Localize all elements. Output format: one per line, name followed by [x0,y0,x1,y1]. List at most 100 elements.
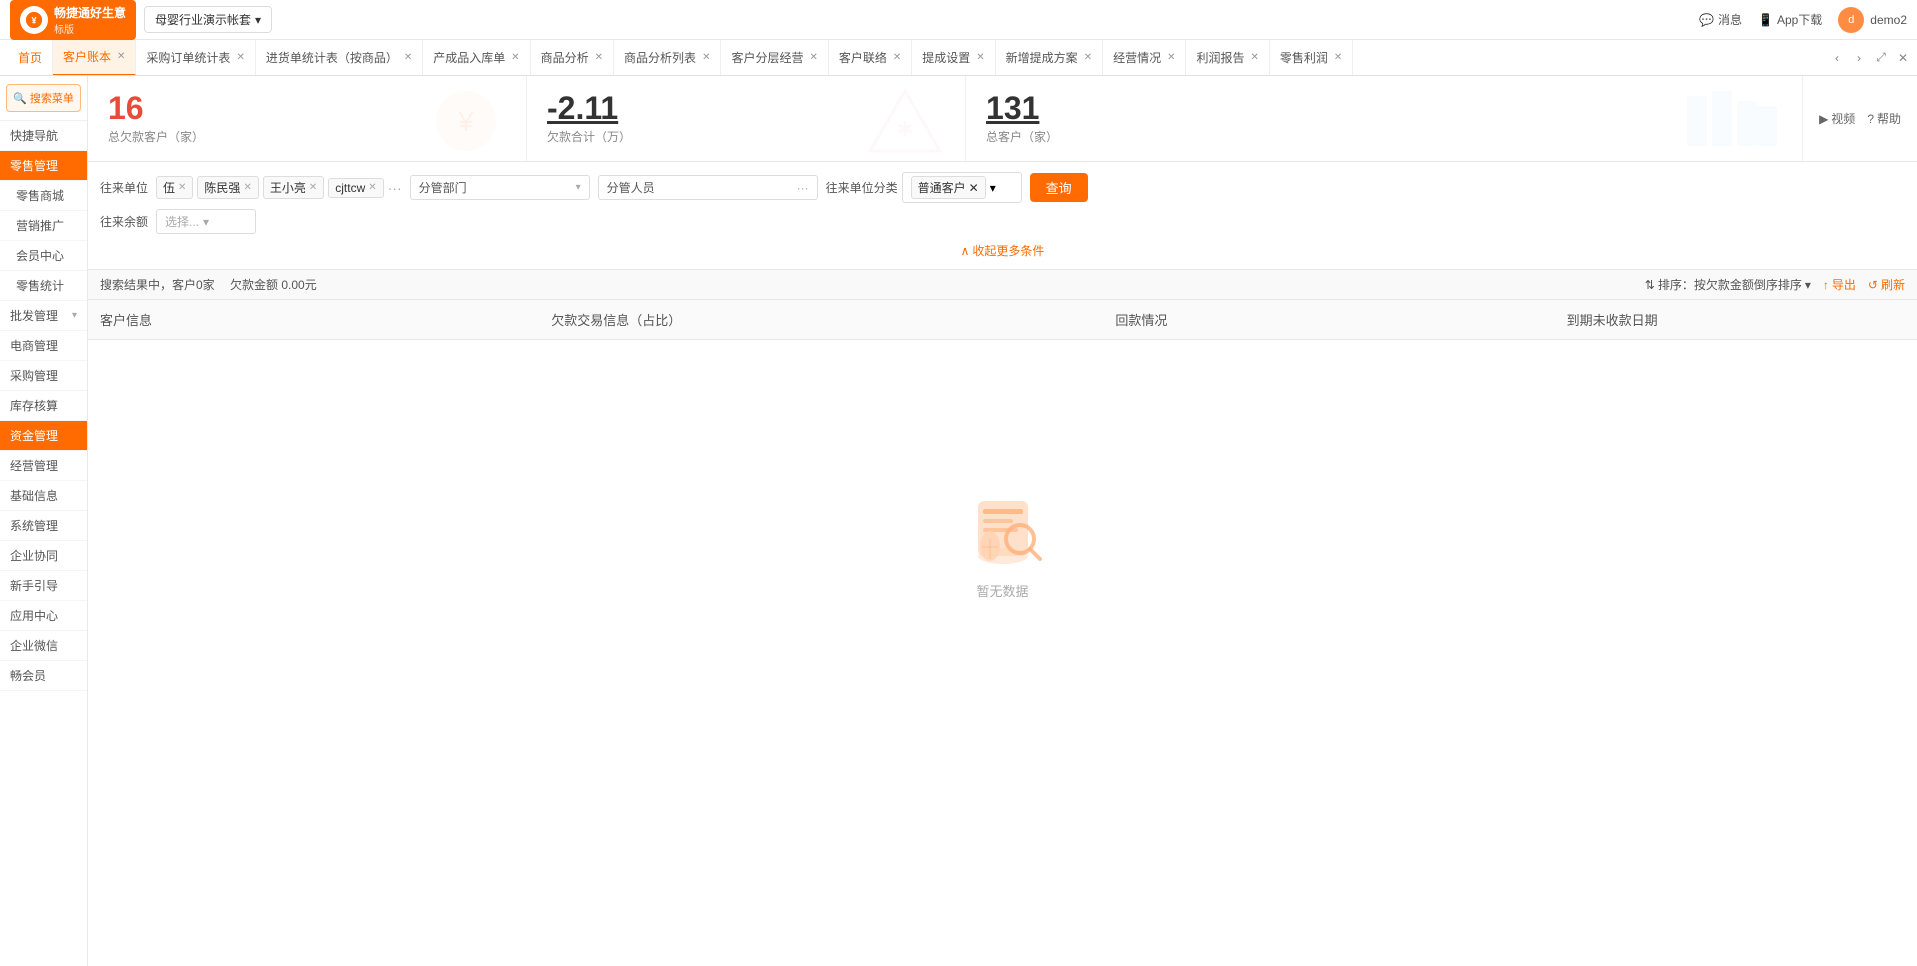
profit-report-tab-close[interactable]: ✕ [1251,52,1259,63]
sidebar-enterprise-wechat-label: 企业微信 [10,637,58,654]
product-analysis-list-tab-close[interactable]: ✕ [702,52,710,63]
nav-left-arrow[interactable]: ‹ [1827,48,1847,68]
sidebar-item-wholesale[interactable]: 批发管理 ▾ [0,301,87,331]
sidebar-item-business-mgmt[interactable]: 经营管理 [0,451,87,481]
sidebar-item-system[interactable]: 系统管理 [0,511,87,541]
product-analysis-tab-label: 商品分析 [541,49,589,66]
sidebar-quick-nav-label: 快捷导航 [10,127,58,144]
tab-product-analysis[interactable]: 商品分析 ✕ [531,40,614,76]
sidebar-item-enterprise-wechat[interactable]: 企业微信 [0,631,87,661]
sidebar-item-ecommerce[interactable]: 电商管理 [0,331,87,361]
tab-raise-settings[interactable]: 提成设置 ✕ [912,40,995,76]
customer-tier-tab-close[interactable]: ✕ [809,52,817,63]
production-inbound-tab-label: 产成品入库单 [433,49,505,66]
search-icon: 🔍 [13,92,27,105]
nav-maximize[interactable]: ⤢ [1871,48,1891,68]
sidebar-member-label: 会员中心 [16,249,64,263]
production-inbound-tab-close[interactable]: ✕ [511,52,519,63]
business-tab-close[interactable]: ✕ [1167,52,1175,63]
sidebar-item-inventory[interactable]: 库存核算 [0,391,87,421]
sidebar-item-member[interactable]: 会员中心 [0,241,87,271]
tab-profit-report[interactable]: 利润报告 ✕ [1186,40,1269,76]
balance-filter-select[interactable]: 选择... ▾ [156,209,256,234]
collapse-button[interactable]: ∧ 收起更多条件 [961,242,1045,259]
col-payment: 回款情况 [1115,310,1566,329]
export-label: 导出 [1832,276,1856,293]
accounts-tab-close[interactable]: ✕ [117,51,125,62]
filter-more-btn[interactable]: ··· [388,180,402,196]
purchase-orders-tab-close[interactable]: ✕ [236,52,244,63]
sidebar-item-enterprise-collab[interactable]: 企业协同 [0,541,87,571]
sidebar-ecommerce-label: 电商管理 [10,337,58,354]
new-raise-tab-close[interactable]: ✕ [1084,52,1092,63]
tab-customer-contact[interactable]: 客户联络 ✕ [829,40,912,76]
messages-btn[interactable]: 💬 消息 [1699,11,1742,28]
tab-home[interactable]: 首页 [8,40,53,76]
store-name: 母婴行业演示帐套 [155,11,251,28]
tab-customer-tier[interactable]: 客户分层经营 ✕ [721,40,828,76]
nav-right-arrow[interactable]: › [1849,48,1869,68]
new-raise-tab-label: 新增提成方案 [1006,49,1078,66]
customer-contact-tab-label: 客户联络 [839,49,887,66]
tab-retail-profit[interactable]: 零售利润 ✕ [1270,40,1353,76]
top-right-actions: ▶ 视频 ? 帮助 [1803,76,1917,161]
customer-contact-tab-close[interactable]: ✕ [893,52,901,63]
dept-filter-select[interactable]: 分管部门 ▾ [410,175,590,200]
sidebar-item-app-center[interactable]: 应用中心 [0,601,87,631]
classify-tag-remove[interactable]: ✕ [969,181,979,195]
help-link[interactable]: ? 帮助 [1867,110,1901,127]
person-filter-select[interactable]: 分管人员 ··· [598,175,818,200]
export-btn[interactable]: ↑ 导出 [1823,276,1856,293]
tab-accounts[interactable]: 客户账本 ✕ [53,40,136,76]
app-download-btn[interactable]: 📱 App下载 [1758,11,1822,28]
sidebar-item-purchase[interactable]: 采购管理 [0,361,87,391]
unit-tag-wu-remove[interactable]: ✕ [178,182,186,193]
raise-settings-tab-label: 提成设置 [922,49,970,66]
result-amount-text: 欠款金额 0.00元 [230,278,317,292]
classify-selected-tag: 普通客户 ✕ [911,176,986,199]
inbound-stats-tab-close[interactable]: ✕ [404,52,412,63]
profit-report-tab-label: 利润报告 [1196,49,1244,66]
product-analysis-tab-close[interactable]: ✕ [595,52,603,63]
unit-tag-chen-remove[interactable]: ✕ [243,182,251,193]
unit-tag-wu-text: 伍 [163,179,175,196]
retail-profit-tab-close[interactable]: ✕ [1334,52,1342,63]
stat-card-debt-amount: ✱ -2.11 欠款合计（万） [527,76,966,161]
classify-chevron-icon: ▾ [990,181,996,195]
unit-tag-wang-remove[interactable]: ✕ [309,182,317,193]
tab-new-raise[interactable]: 新增提成方案 ✕ [996,40,1103,76]
sidebar-item-retail[interactable]: 零售管理 [0,151,87,181]
sidebar-item-retail-stats[interactable]: 零售统计 [0,271,87,301]
tab-purchase-orders[interactable]: 采购订单统计表 ✕ [136,40,255,76]
message-icon: 💬 [1699,13,1714,27]
sidebar-item-retail-mall[interactable]: 零售商城 [0,181,87,211]
sidebar-search-btn[interactable]: 🔍 搜索菜单 [6,84,81,112]
result-count-text: 搜索结果中，客户0家 [100,278,215,292]
store-selector[interactable]: 母婴行业演示帐套 ▾ [144,6,272,33]
tab-business[interactable]: 经营情况 ✕ [1103,40,1186,76]
video-link[interactable]: ▶ 视频 [1819,110,1855,127]
sidebar-item-new-guide[interactable]: 新手引导 [0,571,87,601]
sidebar-item-finance[interactable]: 资金管理 [0,421,87,451]
help-icon: ? [1867,112,1874,126]
messages-label: 消息 [1718,11,1742,28]
query-button[interactable]: 查询 [1030,173,1088,202]
sidebar-item-vip-member[interactable]: 畅会员 [0,661,87,691]
sidebar-app-center-label: 应用中心 [10,607,58,624]
logo-icon: ¥ [20,6,48,34]
nav-close-all[interactable]: ✕ [1893,48,1913,68]
raise-settings-tab-close[interactable]: ✕ [976,52,984,63]
classify-filter-select[interactable]: 普通客户 ✕ ▾ [902,172,1022,203]
sort-chevron-icon: ▾ [1805,278,1811,292]
sidebar-item-marketing[interactable]: 营销推广 [0,211,87,241]
sidebar-item-quick-nav[interactable]: 快捷导航 [0,121,87,151]
result-bar: 搜索结果中，客户0家 欠款金额 0.00元 ⇅ 排序：按欠款金额倒序排序 ▾ ↑… [88,270,1917,300]
tab-inbound-stats[interactable]: 进货单统计表（按商品） ✕ [256,40,423,76]
tab-product-analysis-list[interactable]: 商品分析列表 ✕ [614,40,721,76]
sidebar-item-basic-info[interactable]: 基础信息 [0,481,87,511]
tab-production-inbound[interactable]: 产成品入库单 ✕ [423,40,530,76]
classify-selected-value: 普通客户 [918,179,966,196]
unit-tag-cjttcw-remove[interactable]: ✕ [368,182,376,193]
result-sort-btn[interactable]: ⇅ 排序：按欠款金额倒序排序 ▾ [1645,276,1811,293]
refresh-btn[interactable]: ↺ 刷新 [1868,276,1905,293]
